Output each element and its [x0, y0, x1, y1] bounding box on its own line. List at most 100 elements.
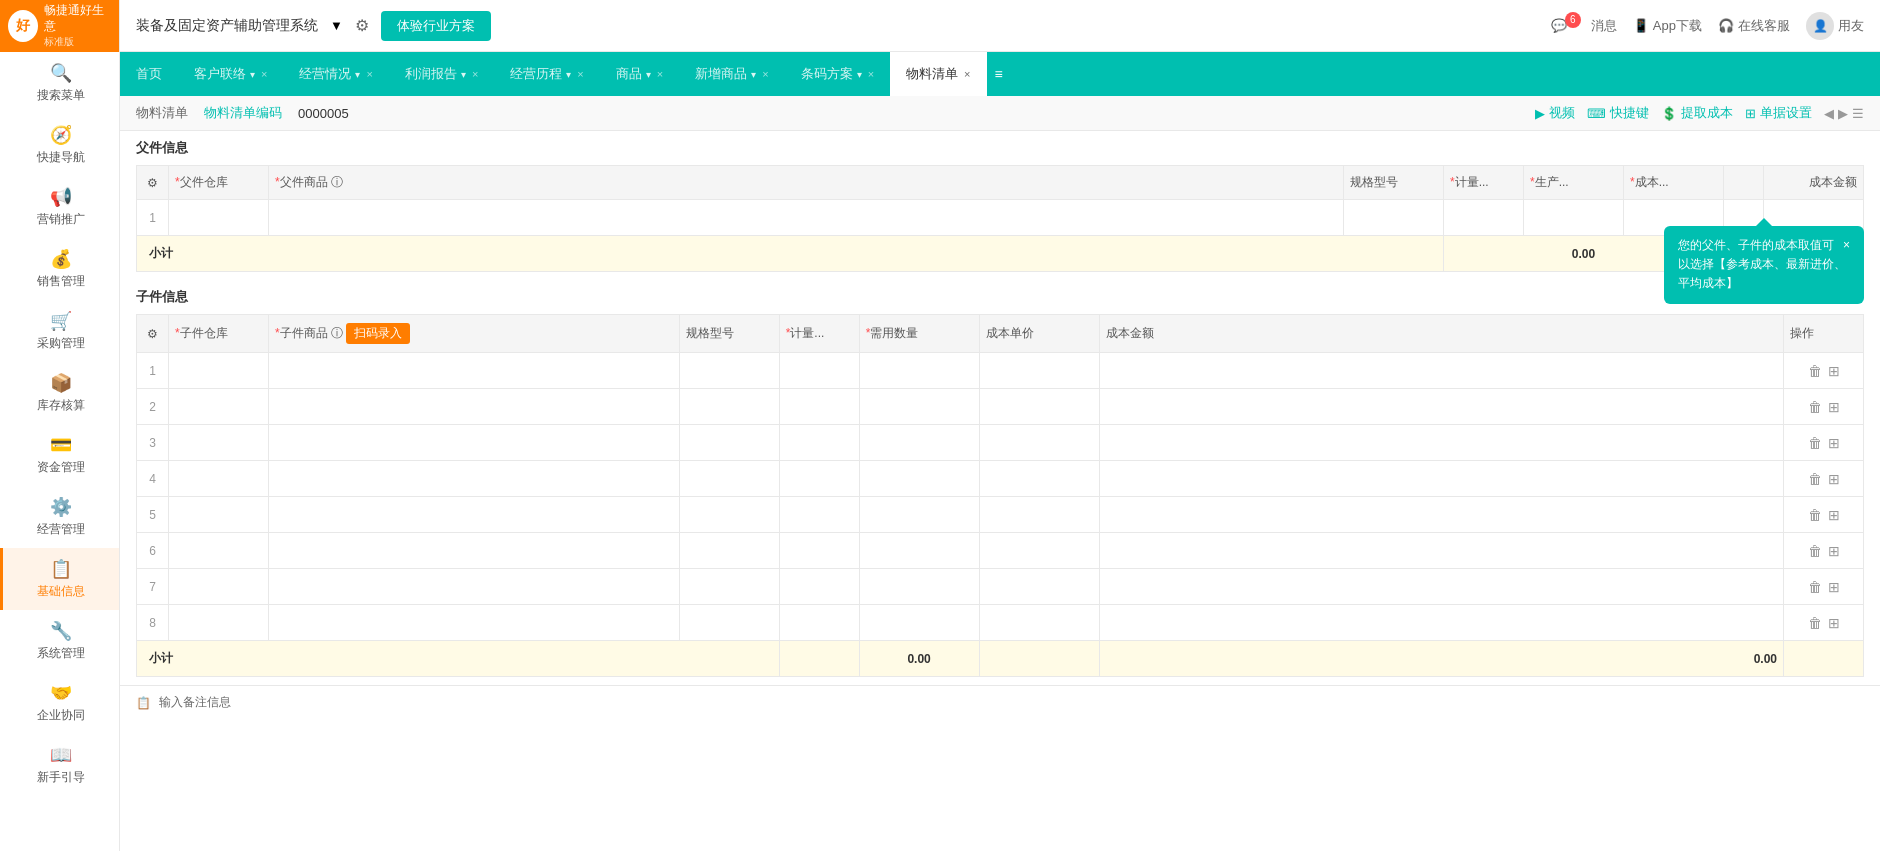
gear-icon[interactable]: ⚙ — [355, 16, 369, 35]
tab-close-icon[interactable]: × — [261, 68, 267, 80]
tab-close-icon[interactable]: × — [762, 68, 768, 80]
delete-icon[interactable]: 🗑 — [1808, 543, 1822, 559]
child-spec-cell[interactable] — [679, 497, 779, 533]
delete-icon[interactable]: 🗑 — [1808, 507, 1822, 523]
child-spec-cell[interactable] — [679, 533, 779, 569]
tab-close-icon[interactable]: × — [964, 68, 970, 80]
scan-button[interactable]: 扫码录入 — [346, 323, 410, 344]
parent-unit-cell[interactable] — [1444, 200, 1524, 236]
user-item[interactable]: 👤 用友 — [1806, 12, 1864, 40]
next-icon[interactable]: ▶ — [1838, 106, 1848, 121]
single-settings-btn[interactable]: ⊞ 单据设置 — [1745, 104, 1812, 122]
copy-icon[interactable]: ⊞ — [1828, 507, 1840, 523]
child-product-cell[interactable] — [269, 353, 680, 389]
child-product-cell[interactable] — [269, 389, 680, 425]
view-btn[interactable]: ▶ 视频 — [1535, 104, 1575, 122]
child-unit-cell[interactable] — [779, 353, 859, 389]
trial-button[interactable]: 体验行业方案 — [381, 11, 491, 41]
online-service-item[interactable]: 🎧 在线客服 — [1718, 17, 1790, 35]
child-qty-cell[interactable] — [859, 389, 979, 425]
tab-customer[interactable]: 客户联络 ▾ × — [178, 52, 283, 96]
child-unit-cost-cell[interactable] — [979, 569, 1099, 605]
breadcrumb-bom[interactable]: 物料清单 — [136, 104, 188, 122]
parent-produce-cell[interactable] — [1524, 200, 1624, 236]
close-all-tabs-icon[interactable]: ≡ — [987, 66, 1011, 82]
child-qty-cell[interactable] — [859, 569, 979, 605]
child-unit-cell[interactable] — [779, 425, 859, 461]
child-product-cell[interactable] — [269, 461, 680, 497]
tab-close-icon[interactable]: × — [472, 68, 478, 80]
tab-barcode[interactable]: 条码方案 ▾ × — [785, 52, 890, 96]
tab-close-icon[interactable]: × — [366, 68, 372, 80]
sidebar-search[interactable]: 🔍 搜索菜单 — [0, 52, 119, 114]
child-spec-cell[interactable] — [679, 569, 779, 605]
sidebar-item-basic[interactable]: 📋 基础信息 — [0, 548, 119, 610]
child-qty-cell[interactable] — [859, 353, 979, 389]
prev-icon[interactable]: ◀ — [1824, 106, 1834, 121]
tab-close-icon[interactable]: × — [577, 68, 583, 80]
menu-icon[interactable]: ☰ — [1852, 106, 1864, 121]
child-warehouse-cell[interactable] — [169, 425, 269, 461]
topbar-dropdown[interactable]: ▼ — [330, 18, 343, 33]
child-spec-cell[interactable] — [679, 605, 779, 641]
child-warehouse-cell[interactable] — [169, 389, 269, 425]
child-amount-cell[interactable] — [1099, 533, 1783, 569]
copy-icon[interactable]: ⊞ — [1828, 615, 1840, 631]
sidebar-item-guide[interactable]: 📖 新手引导 — [0, 734, 119, 796]
delete-icon[interactable]: 🗑 — [1808, 435, 1822, 451]
tooltip-close-button[interactable]: × — [1843, 236, 1850, 255]
sidebar-item-purchase[interactable]: 🛒 采购管理 — [0, 300, 119, 362]
sidebar-item-system[interactable]: 🔧 系统管理 — [0, 610, 119, 672]
child-amount-cell[interactable] — [1099, 425, 1783, 461]
child-spec-cell[interactable] — [679, 389, 779, 425]
child-unit-cell[interactable] — [779, 569, 859, 605]
delete-icon[interactable]: 🗑 — [1808, 615, 1822, 631]
child-unit-cost-cell[interactable] — [979, 389, 1099, 425]
child-spec-cell[interactable] — [679, 425, 779, 461]
copy-icon[interactable]: ⊞ — [1828, 543, 1840, 559]
child-product-cell[interactable] — [269, 497, 680, 533]
tab-profit[interactable]: 利润报告 ▾ × — [389, 52, 494, 96]
sidebar-item-ops[interactable]: ⚙️ 经营管理 — [0, 486, 119, 548]
copy-icon[interactable]: ⊞ — [1828, 399, 1840, 415]
child-unit-cost-cell[interactable] — [979, 533, 1099, 569]
tab-close-icon[interactable]: × — [868, 68, 874, 80]
child-unit-cell[interactable] — [779, 461, 859, 497]
child-amount-cell[interactable] — [1099, 497, 1783, 533]
delete-icon[interactable]: 🗑 — [1808, 363, 1822, 379]
child-unit-cost-cell[interactable] — [979, 497, 1099, 533]
tab-history[interactable]: 经营历程 ▾ × — [494, 52, 599, 96]
child-product-cell[interactable] — [269, 569, 680, 605]
parent-spec-cell[interactable] — [1344, 200, 1444, 236]
child-qty-cell[interactable] — [859, 533, 979, 569]
child-qty-cell[interactable] — [859, 605, 979, 641]
sidebar-item-quick-nav[interactable]: 🧭 快捷导航 — [0, 114, 119, 176]
child-qty-cell[interactable] — [859, 497, 979, 533]
child-unit-cost-cell[interactable] — [979, 425, 1099, 461]
child-qty-cell[interactable] — [859, 425, 979, 461]
child-unit-cell[interactable] — [779, 389, 859, 425]
child-product-cell[interactable] — [269, 533, 680, 569]
child-unit-cost-cell[interactable] — [979, 605, 1099, 641]
sidebar-item-marketing[interactable]: 📢 营销推广 — [0, 176, 119, 238]
child-warehouse-cell[interactable] — [169, 569, 269, 605]
tab-operations[interactable]: 经营情况 ▾ × — [283, 52, 388, 96]
child-product-cell[interactable] — [269, 425, 680, 461]
child-amount-cell[interactable] — [1099, 353, 1783, 389]
child-amount-cell[interactable] — [1099, 389, 1783, 425]
sidebar-item-inventory[interactable]: 📦 库存核算 — [0, 362, 119, 424]
child-product-cell[interactable] — [269, 605, 680, 641]
parent-warehouse-cell[interactable] — [169, 200, 269, 236]
child-amount-cell[interactable] — [1099, 569, 1783, 605]
tab-bom[interactable]: 物料清单 × — [890, 52, 986, 96]
copy-icon[interactable]: ⊞ — [1828, 435, 1840, 451]
child-warehouse-cell[interactable] — [169, 497, 269, 533]
child-unit-cell[interactable] — [779, 605, 859, 641]
notifications-item[interactable]: 💬 6 消息 — [1551, 17, 1617, 35]
sidebar-item-sales[interactable]: 💰 销售管理 — [0, 238, 119, 300]
sidebar-item-collab[interactable]: 🤝 企业协同 — [0, 672, 119, 734]
child-unit-cell[interactable] — [779, 497, 859, 533]
child-warehouse-cell[interactable] — [169, 533, 269, 569]
copy-icon[interactable]: ⊞ — [1828, 579, 1840, 595]
note-label[interactable]: 输入备注信息 — [159, 694, 231, 711]
